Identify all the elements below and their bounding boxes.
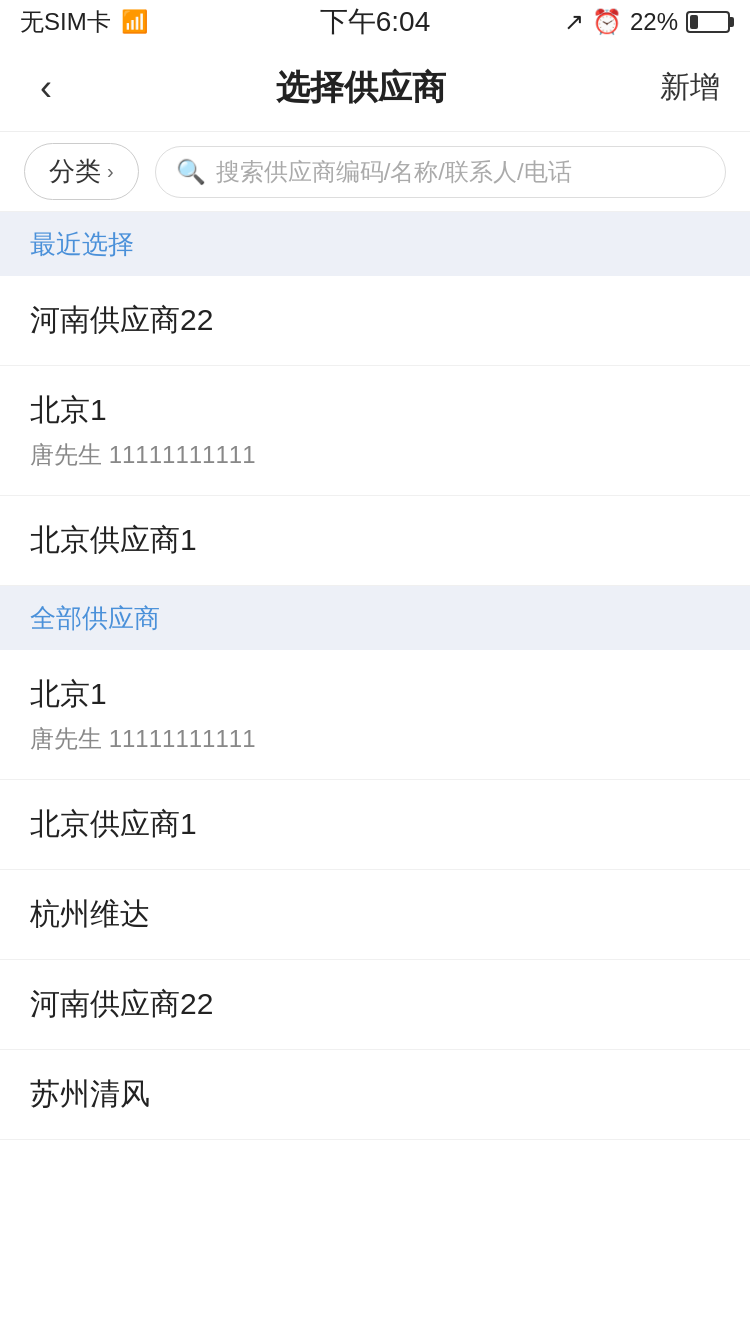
status-right: ↗ ⏰ 22%: [564, 8, 730, 36]
all-items-list: 北京1 唐先生 11111111111 北京供应商1 杭州维达 河南供应商22 …: [0, 650, 750, 1140]
filter-bar: 分类 › 🔍 搜索供应商编码/名称/联系人/电话: [0, 132, 750, 212]
item-name: 北京1: [30, 674, 720, 715]
item-contact: 唐先生 11111111111: [30, 723, 720, 755]
search-placeholder: 搜索供应商编码/名称/联系人/电话: [216, 156, 572, 188]
location-icon: ↗: [564, 8, 584, 36]
chevron-right-icon: ›: [107, 160, 114, 183]
carrier-label: 无SIM卡: [20, 6, 111, 38]
alarm-icon: ⏰: [592, 8, 622, 36]
category-filter-button[interactable]: 分类 ›: [24, 143, 139, 200]
item-name: 北京供应商1: [30, 804, 720, 845]
nav-bar: ‹ 选择供应商 新增: [0, 44, 750, 132]
add-button[interactable]: 新增: [660, 67, 720, 108]
status-time: 下午6:04: [320, 3, 431, 41]
battery-icon: [686, 11, 730, 33]
list-item[interactable]: 北京1 唐先生 11111111111: [0, 650, 750, 780]
list-item[interactable]: 河南供应商22: [0, 960, 750, 1050]
list-item[interactable]: 杭州维达: [0, 870, 750, 960]
recent-section-header: 最近选择: [0, 212, 750, 276]
list-item[interactable]: 河南供应商22: [0, 276, 750, 366]
item-name: 杭州维达: [30, 894, 720, 935]
recent-items-list: 河南供应商22 北京1 唐先生 11111111111 北京供应商1: [0, 276, 750, 586]
list-item[interactable]: 北京供应商1: [0, 496, 750, 586]
list-item[interactable]: 苏州清风: [0, 1050, 750, 1140]
list-item[interactable]: 北京1 唐先生 11111111111: [0, 366, 750, 496]
item-contact: 唐先生 11111111111: [30, 439, 720, 471]
wifi-icon: 📶: [121, 9, 148, 35]
search-icon: 🔍: [176, 158, 206, 186]
item-name: 河南供应商22: [30, 984, 720, 1025]
item-name: 北京1: [30, 390, 720, 431]
search-box[interactable]: 🔍 搜索供应商编码/名称/联系人/电话: [155, 146, 726, 198]
status-bar: 无SIM卡 📶 下午6:04 ↗ ⏰ 22%: [0, 0, 750, 44]
item-name: 河南供应商22: [30, 300, 720, 341]
list-item[interactable]: 北京供应商1: [0, 780, 750, 870]
item-name: 北京供应商1: [30, 520, 720, 561]
back-button[interactable]: ‹: [30, 57, 62, 119]
all-section-title: 全部供应商: [30, 601, 160, 636]
all-section-header: 全部供应商: [0, 586, 750, 650]
category-label: 分类: [49, 154, 101, 189]
status-left: 无SIM卡 📶: [20, 6, 148, 38]
recent-section-title: 最近选择: [30, 227, 134, 262]
page-title: 选择供应商: [276, 65, 446, 111]
battery-label: 22%: [630, 8, 678, 36]
item-name: 苏州清风: [30, 1074, 720, 1115]
